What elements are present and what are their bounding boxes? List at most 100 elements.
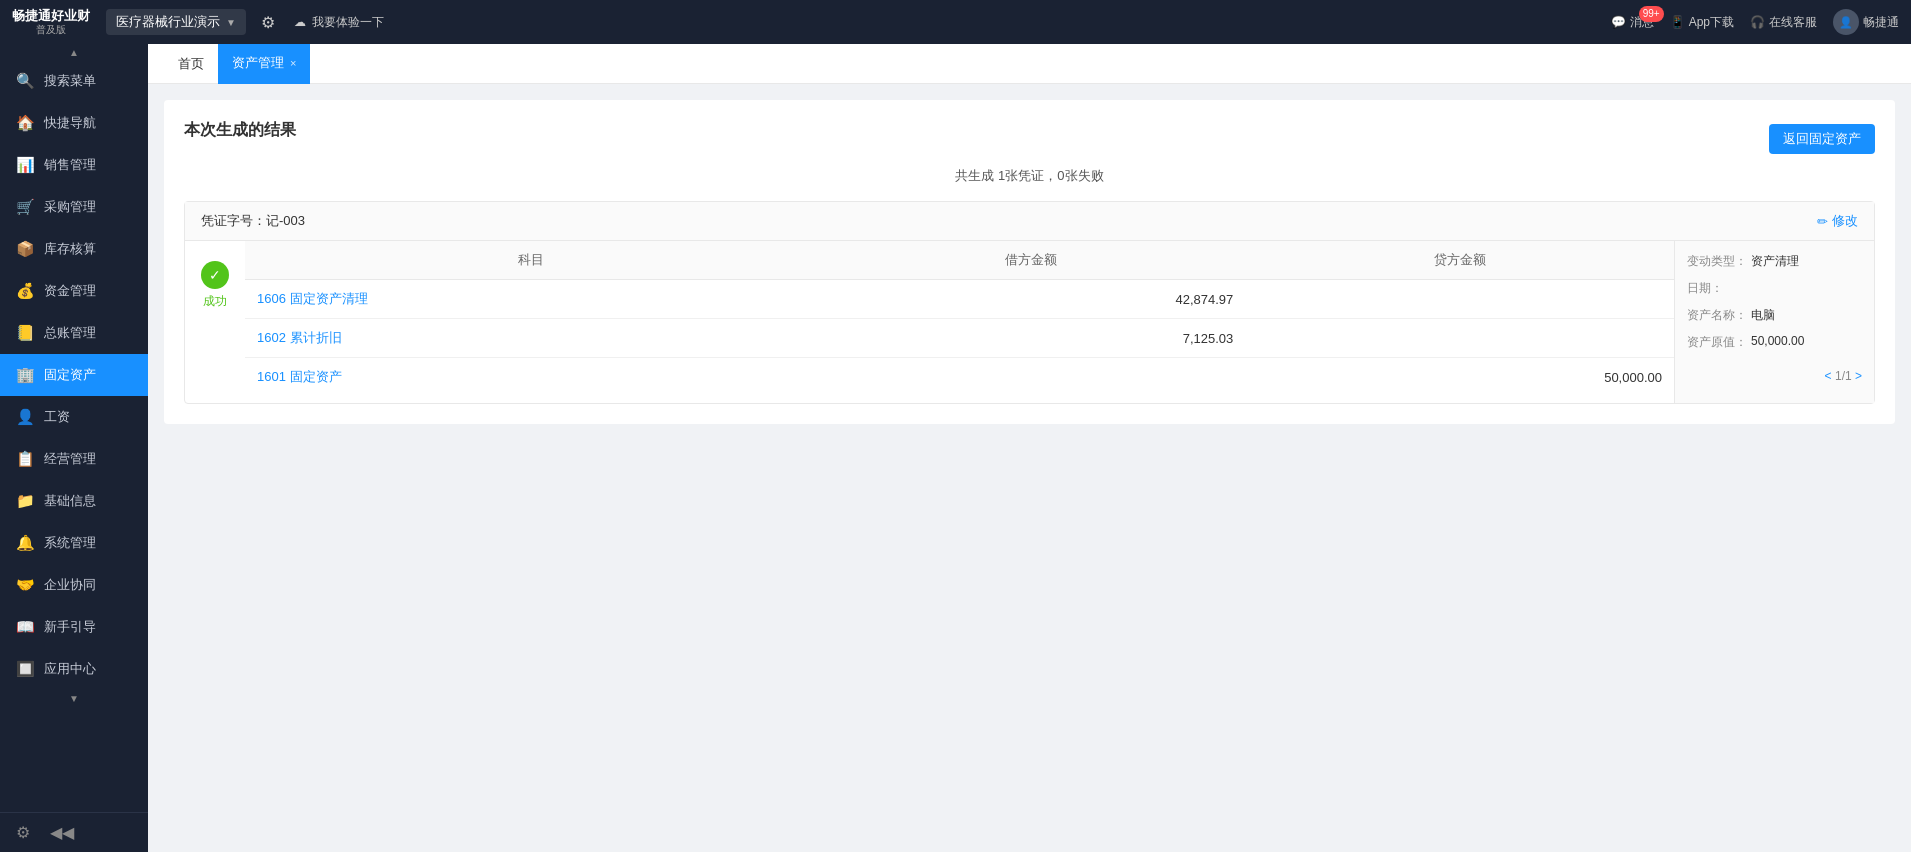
edit-label: 修改 (1832, 212, 1858, 230)
cloud-icon: ☁ (294, 15, 306, 29)
payroll-icon: 👤 (16, 408, 34, 426)
sidebar-item-app-center[interactable]: 🔲 应用中心 (0, 648, 148, 690)
col-header-credit: 贷方金额 (1245, 241, 1674, 280)
date-row: 日期： (1687, 280, 1862, 297)
workspace-selector[interactable]: 医疗器械行业演示 ▼ (106, 9, 246, 35)
change-type-value: 资产清理 (1751, 253, 1799, 270)
top-header: 畅捷通好业财 普及版 医疗器械行业演示 ▼ ⚙ ☁ 我要体验一下 💬 消息 99… (0, 0, 1911, 44)
account-link[interactable]: 1606 固定资产清理 (257, 291, 368, 306)
cell-debit (817, 358, 1246, 397)
purchase-icon: 🛒 (16, 198, 34, 216)
gear-icon[interactable]: ⚙ (16, 823, 30, 842)
account-link[interactable]: 1602 累计折旧 (257, 330, 342, 345)
success-label: 成功 (203, 293, 227, 310)
logo-main: 畅捷通好业财 (12, 8, 90, 24)
sidebar-item-search[interactable]: 🔍 搜索菜单 (0, 60, 148, 102)
sidebar-label-enterprise: 企业协同 (44, 576, 96, 594)
experience-button[interactable]: ☁ 我要体验一下 (294, 14, 384, 31)
app-center-icon: 🔲 (16, 660, 34, 678)
ledger-icon: 📒 (16, 324, 34, 342)
page-content: 本次生成的结果 返回固定资产 共生成 1张凭证，0张失败 凭证字号：记-003 … (148, 84, 1911, 852)
sidebar-item-finance[interactable]: 💰 资金管理 (0, 270, 148, 312)
original-value-value: 50,000.00 (1751, 334, 1804, 351)
sidebar-item-sales[interactable]: 📊 销售管理 (0, 144, 148, 186)
enterprise-icon: 🤝 (16, 576, 34, 594)
message-button[interactable]: 💬 消息 99+ (1611, 14, 1654, 31)
cell-subject: 1602 累计折旧 (245, 319, 817, 358)
online-service-label: 在线客服 (1769, 14, 1817, 31)
cell-debit: 7,125.03 (817, 319, 1246, 358)
sidebar-label-system: 系统管理 (44, 534, 96, 552)
online-service-button[interactable]: 🎧 在线客服 (1750, 14, 1817, 31)
tab-bar: 首页 资产管理 × (148, 44, 1911, 84)
message-badge: 99+ (1639, 6, 1664, 22)
collapse-icon[interactable]: ◀◀ (50, 823, 74, 842)
voucher-header: 凭证字号：记-003 ✏ 修改 (185, 202, 1874, 241)
voucher-table-wrapper: 科目 借方金额 贷方金额 (245, 241, 1674, 403)
header-right: 💬 消息 99+ 📱 App下载 🎧 在线客服 👤 畅捷通 (1611, 9, 1899, 35)
sidebar-label-fixed-assets: 固定资产 (44, 366, 96, 384)
chevron-down-icon: ▼ (226, 17, 236, 28)
sidebar-label-operations: 经营管理 (44, 450, 96, 468)
page-title: 本次生成的结果 (184, 120, 296, 141)
sidebar-item-payroll[interactable]: 👤 工资 (0, 396, 148, 438)
sidebar-scroll-down[interactable]: ▼ (0, 690, 148, 706)
date-label: 日期： (1687, 280, 1723, 297)
sidebar-item-ledger[interactable]: 📒 总账管理 (0, 312, 148, 354)
sidebar: ▲ 🔍 搜索菜单 🏠 快捷导航 📊 销售管理 🛒 采购管理 📦 库存核算 💰 资… (0, 44, 148, 852)
right-info-panel: 变动类型： 资产清理 日期： 资产名称： 电脑 (1674, 241, 1874, 403)
return-button[interactable]: 返回固定资产 (1769, 124, 1875, 154)
edit-button[interactable]: ✏ 修改 (1817, 212, 1858, 230)
next-page-icon[interactable]: > (1855, 369, 1862, 383)
cell-debit: 42,874.97 (817, 280, 1246, 319)
voucher-number: 凭证字号：记-003 (201, 212, 305, 230)
result-panel: 本次生成的结果 返回固定资产 共生成 1张凭证，0张失败 凭证字号：记-003 … (164, 100, 1895, 424)
app-download-button[interactable]: 📱 App下载 (1670, 14, 1734, 31)
inventory-icon: 📦 (16, 240, 34, 258)
col-header-subject: 科目 (245, 241, 817, 280)
sidebar-label-basic-info: 基础信息 (44, 492, 96, 510)
sidebar-item-quick-nav[interactable]: 🏠 快捷导航 (0, 102, 148, 144)
sidebar-item-enterprise[interactable]: 🤝 企业协同 (0, 564, 148, 606)
sidebar-item-basic-info[interactable]: 📁 基础信息 (0, 480, 148, 522)
status-column: ✓ 成功 (185, 241, 245, 403)
sidebar-item-purchase[interactable]: 🛒 采购管理 (0, 186, 148, 228)
guide-icon: 📖 (16, 618, 34, 636)
table-row: 1606 固定资产清理 42,874.97 (245, 280, 1674, 319)
prev-page-icon[interactable]: < (1825, 369, 1832, 383)
finance-icon: 💰 (16, 282, 34, 300)
edit-icon: ✏ (1817, 214, 1828, 229)
user-area[interactable]: 👤 畅捷通 (1833, 9, 1899, 35)
home-tab-label: 首页 (178, 55, 204, 73)
sidebar-item-fixed-assets[interactable]: 🏢 固定资产 (0, 354, 148, 396)
tab-close-icon[interactable]: × (290, 57, 296, 69)
asset-name-label: 资产名称： (1687, 307, 1747, 324)
active-tab-label: 资产管理 (232, 54, 284, 72)
avatar-icon: 👤 (1839, 16, 1853, 29)
sidebar-item-guide[interactable]: 📖 新手引导 (0, 606, 148, 648)
settings-icon[interactable]: ⚙ (254, 8, 282, 36)
account-link[interactable]: 1601 固定资产 (257, 369, 342, 384)
success-icon: ✓ (201, 261, 229, 289)
sidebar-item-inventory[interactable]: 📦 库存核算 (0, 228, 148, 270)
sidebar-bottom: ⚙ ◀◀ (0, 812, 148, 852)
cell-subject: 1601 固定资产 (245, 358, 817, 397)
sidebar-item-operations[interactable]: 📋 经营管理 (0, 438, 148, 480)
sidebar-label-app-center: 应用中心 (44, 660, 96, 678)
search-icon: 🔍 (16, 72, 34, 90)
tab-home[interactable]: 首页 (164, 44, 218, 84)
tab-asset-management[interactable]: 资产管理 × (218, 44, 310, 84)
sidebar-scroll-up[interactable]: ▲ (0, 44, 148, 60)
table-row: 1602 累计折旧 7,125.03 (245, 319, 1674, 358)
voucher-body: ✓ 成功 科目 (185, 241, 1874, 403)
page-info: 1/1 (1835, 369, 1855, 383)
content-area: 首页 资产管理 × 本次生成的结果 返回固定资产 共生成 1张凭证，0张失败 凭… (148, 44, 1911, 852)
result-header: 本次生成的结果 返回固定资产 (184, 120, 1875, 157)
sidebar-item-system[interactable]: 🔔 系统管理 (0, 522, 148, 564)
asset-name-row: 资产名称： 电脑 (1687, 307, 1862, 324)
voucher-table: 科目 借方金额 贷方金额 (245, 241, 1674, 396)
col-header-debit: 借方金额 (817, 241, 1246, 280)
sidebar-label-finance: 资金管理 (44, 282, 96, 300)
main-layout: ▲ 🔍 搜索菜单 🏠 快捷导航 📊 销售管理 🛒 采购管理 📦 库存核算 💰 资… (0, 44, 1911, 852)
logo-sub: 普及版 (36, 24, 66, 36)
